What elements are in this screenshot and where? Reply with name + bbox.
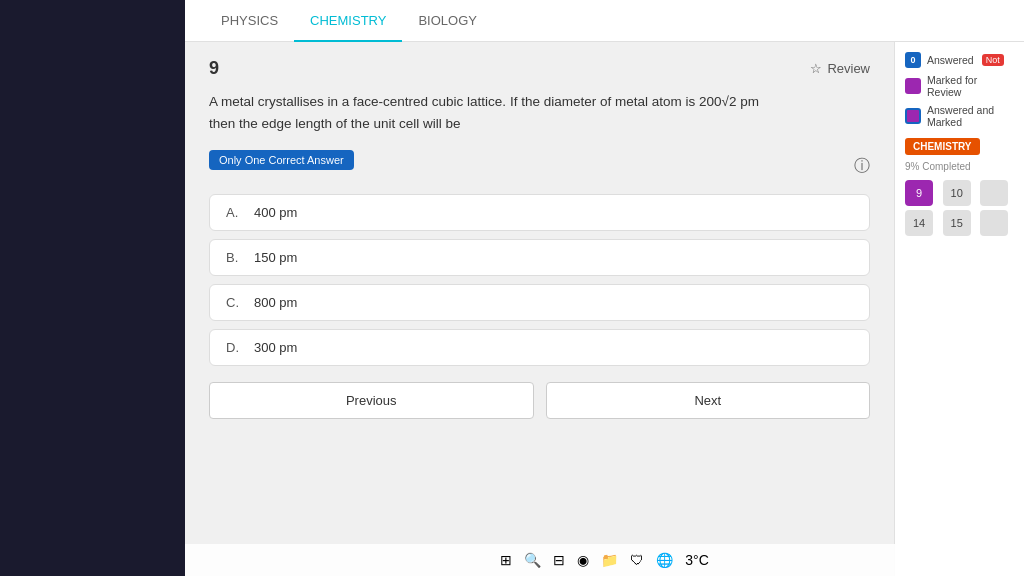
shield-icon[interactable]: 🛡 — [630, 552, 644, 568]
review-label: Review — [827, 61, 870, 76]
option-b-value: 150 pm — [254, 250, 297, 265]
marked-dot — [905, 78, 921, 94]
question-math: √2 — [721, 94, 736, 109]
option-d[interactable]: D. 300 pm — [209, 329, 870, 366]
option-c-value: 800 pm — [254, 295, 297, 310]
tab-chemistry[interactable]: CHEMISTRY — [294, 1, 402, 42]
star-icon: ☆ — [810, 61, 822, 76]
chemistry-badge: CHEMISTRY — [905, 138, 980, 155]
question-area: 9 ☆ Review A metal crystallises in a fac… — [185, 42, 894, 576]
question-num-14[interactable]: 14 — [905, 210, 933, 236]
taskbar: ⊞ 🔍 ⊟ ◉ 📁 🛡 🌐 3°C — [185, 544, 1024, 576]
answered-marked-label: Answered and Marked — [927, 104, 1014, 128]
chrome-icon[interactable]: 🌐 — [656, 552, 673, 568]
option-a-letter: A. — [226, 205, 242, 220]
options-list: A. 400 pm B. 150 pm C. 800 pm D. 300 pm — [209, 194, 870, 366]
info-icon[interactable]: ⓘ — [854, 156, 870, 177]
not-badge: Not — [982, 54, 1004, 66]
option-c[interactable]: C. 800 pm — [209, 284, 870, 321]
question-header: 9 ☆ Review — [209, 58, 870, 79]
option-d-letter: D. — [226, 340, 242, 355]
top-navigation: PHYSICS CHEMISTRY BIOLOGY — [185, 0, 1024, 42]
answered-label: Answered — [927, 54, 974, 66]
question-num-15[interactable]: 15 — [943, 210, 971, 236]
question-num-16[interactable] — [980, 210, 1008, 236]
option-b[interactable]: B. 150 pm — [209, 239, 870, 276]
legend-marked: Marked for Review — [905, 74, 1014, 98]
answered-dot: 0 — [905, 52, 921, 68]
review-button[interactable]: ☆ Review — [810, 61, 870, 76]
main-content: PHYSICS CHEMISTRY BIOLOGY 9 ☆ Review A m… — [185, 0, 1024, 576]
option-b-letter: B. — [226, 250, 242, 265]
edge-icon[interactable]: ◉ — [577, 552, 589, 568]
next-button[interactable]: Next — [546, 382, 871, 419]
search-icon[interactable]: 🔍 — [524, 552, 541, 568]
question-number: 9 — [209, 58, 219, 79]
widgets-icon[interactable]: ⊟ — [553, 552, 565, 568]
chemistry-section: CHEMISTRY — [905, 138, 1014, 157]
marked-label: Marked for Review — [927, 74, 1014, 98]
question-text: A metal crystallises in a face-centred c… — [209, 91, 870, 134]
right-sidebar: 0 Answered Not Marked for Review Answere… — [894, 42, 1024, 576]
windows-icon[interactable]: ⊞ — [500, 552, 512, 568]
question-grid: 9 10 14 15 — [905, 180, 1014, 236]
question-num-11[interactable] — [980, 180, 1008, 206]
question-text-part2: pm — [736, 94, 759, 109]
question-text-line2: then the edge length of the unit cell wi… — [209, 116, 460, 131]
legend-answered-marked: Answered and Marked — [905, 104, 1014, 128]
left-panel — [0, 0, 185, 576]
option-c-letter: C. — [226, 295, 242, 310]
option-d-value: 300 pm — [254, 340, 297, 355]
question-text-part1: A metal crystallises in a face-centred c… — [209, 94, 721, 109]
option-a-value: 400 pm — [254, 205, 297, 220]
question-num-9[interactable]: 9 — [905, 180, 933, 206]
answer-type-badge: Only One Correct Answer — [209, 150, 354, 170]
previous-button[interactable]: Previous — [209, 382, 534, 419]
tab-physics[interactable]: PHYSICS — [205, 1, 294, 42]
option-a[interactable]: A. 400 pm — [209, 194, 870, 231]
answered-marked-dot — [905, 108, 921, 124]
content-wrapper: 9 ☆ Review A metal crystallises in a fac… — [185, 42, 1024, 576]
legend-answered: 0 Answered Not — [905, 52, 1014, 68]
files-icon[interactable]: 📁 — [601, 552, 618, 568]
navigation-buttons: Previous Next — [209, 382, 870, 419]
tab-biology[interactable]: BIOLOGY — [402, 1, 493, 42]
question-num-10[interactable]: 10 — [943, 180, 971, 206]
temp-display: 3°C — [685, 552, 709, 568]
completed-text: 9% Completed — [905, 161, 1014, 172]
